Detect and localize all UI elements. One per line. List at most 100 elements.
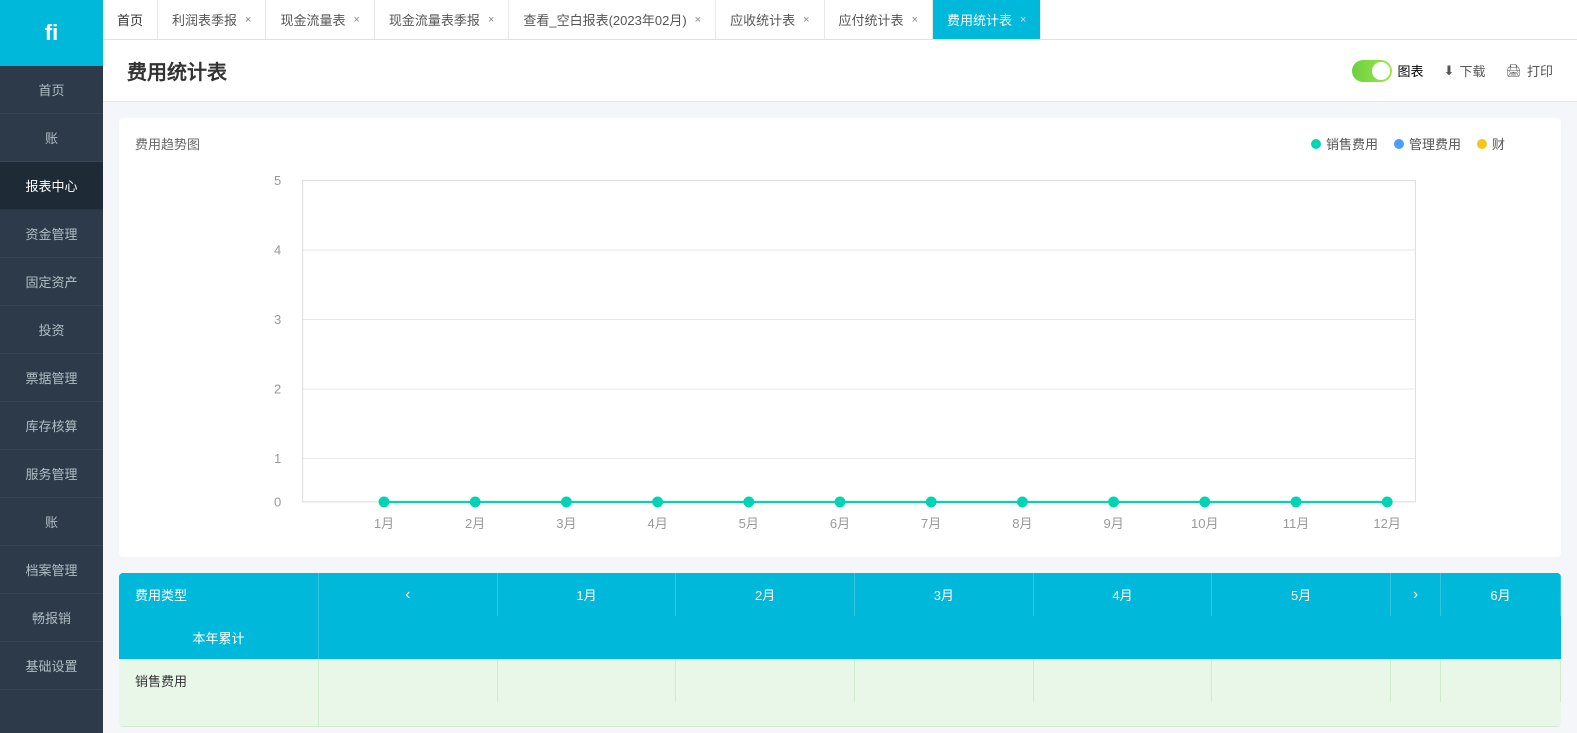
sidebar-item-fixed-assets[interactable]: 固定资产 (0, 258, 103, 306)
tab-payable-label: 应付统计表 (839, 10, 904, 29)
tab-blank-report[interactable]: 查看_空白报表(2023年02月) × (509, 0, 716, 39)
table-col-m4: 4月 (1034, 573, 1213, 616)
svg-text:1: 1 (274, 451, 281, 466)
table-cell-type: 销售费用 (119, 659, 319, 702)
table-col-m1: 1月 (498, 573, 677, 616)
tab-profit-quarter[interactable]: 利润表季报 × (158, 0, 266, 39)
tab-receivable-label: 应收统计表 (730, 10, 795, 29)
table-col-ytd: 本年累计 (119, 616, 319, 659)
sidebar-item-home[interactable]: 首页 (0, 66, 103, 114)
table-cell-next (1391, 659, 1441, 702)
table-cell-nav (319, 659, 498, 702)
chart-header: 费用趋势图 销售费用 管理费用 财 (135, 134, 1545, 153)
tab-cashflow-close[interactable]: × (353, 14, 359, 26)
sidebar-item-archive[interactable]: 档案管理 (0, 546, 103, 594)
sidebar-item-report-center[interactable]: 报表中心 (0, 162, 103, 210)
page-header: 费用统计表 图表 ⬇ 下载 🖨 打印 (103, 40, 1577, 102)
sidebar-item-investment[interactable]: 投资 (0, 306, 103, 354)
chart-toggle-wrap[interactable]: 图表 (1352, 60, 1424, 82)
svg-text:3月: 3月 (556, 516, 576, 531)
table-cell-m3 (855, 659, 1034, 702)
sidebar-item-fund[interactable]: 资金管理 (0, 210, 103, 258)
next-arrow-icon[interactable]: › (1413, 586, 1418, 604)
table-m3-label: 3月 (934, 585, 954, 604)
table-m5-label: 5月 (1291, 585, 1311, 604)
table-col-nav-prev[interactable]: ‹ (319, 573, 498, 616)
table-header-row: 费用类型 ‹ 1月 2月 3月 4月 5月 (119, 573, 1561, 659)
tab-payable[interactable]: 应付统计表 × (825, 0, 933, 39)
table-section: 费用类型 ‹ 1月 2月 3月 4月 5月 (119, 573, 1561, 727)
sidebar-item-inventory[interactable]: 库存核算 (0, 402, 103, 450)
tab-blank-report-label: 查看_空白报表(2023年02月) (523, 10, 686, 29)
tab-receivable-close[interactable]: × (803, 14, 809, 26)
print-button[interactable]: 🖨 打印 (1505, 61, 1553, 80)
legend-finance-dot (1477, 139, 1487, 149)
tab-home[interactable]: 首页 (103, 0, 158, 39)
sidebar: fi 首页 账 报表中心 资金管理 固定资产 投资 票据管理 库存核算 服务管理… (0, 0, 103, 733)
print-label: 打印 (1527, 61, 1553, 80)
table-cell-m6 (1441, 659, 1561, 702)
svg-text:9月: 9月 (1103, 516, 1123, 531)
main-area: 首页 利润表季报 × 现金流量表 × 现金流量表季报 × 查看_空白报表(202… (103, 0, 1577, 733)
page-title: 费用统计表 (127, 56, 227, 85)
print-icon: 🖨 (1505, 63, 1522, 79)
table-cell-m5 (1212, 659, 1391, 702)
tab-receivable[interactable]: 应收统计表 × (716, 0, 824, 39)
svg-text:6月: 6月 (830, 516, 850, 531)
table-cell-m1 (498, 659, 677, 702)
sidebar-item-ledger[interactable]: 账 (0, 498, 103, 546)
tab-cashflow-quarter-label: 现金流量表季报 (389, 10, 480, 29)
header-actions: 图表 ⬇ 下载 🖨 打印 (1352, 60, 1553, 82)
sidebar-item-service[interactable]: 服务管理 (0, 450, 103, 498)
chart-title: 费用趋势图 (135, 137, 200, 152)
table-m2-label: 2月 (755, 585, 775, 604)
svg-text:7月: 7月 (921, 516, 941, 531)
svg-text:12月: 12月 (1373, 516, 1401, 531)
chart-toggle[interactable] (1352, 60, 1392, 82)
chart-area: 5 4 3 2 1 0 (135, 161, 1545, 541)
chart-legend: 销售费用 管理费用 财 (1311, 134, 1505, 153)
table-row: 销售费用 (119, 659, 1561, 727)
download-label: 下载 (1459, 61, 1485, 80)
tab-cashflow-quarter[interactable]: 现金流量表季报 × (375, 0, 509, 39)
sidebar-item-ticket[interactable]: 票据管理 (0, 354, 103, 402)
sidebar-item-sales[interactable]: 畅报销 (0, 594, 103, 642)
tab-expense[interactable]: 费用统计表 × (933, 0, 1041, 39)
svg-text:2: 2 (274, 381, 281, 396)
tab-cashflow-label: 现金流量表 (280, 10, 345, 29)
svg-text:5: 5 (274, 173, 281, 188)
table-col-type: 费用类型 (119, 573, 319, 616)
table-col-nav-next[interactable]: › (1391, 573, 1441, 616)
tab-blank-report-close[interactable]: × (695, 14, 701, 26)
table-col-m2: 2月 (676, 573, 855, 616)
table-cell-ytd (119, 702, 319, 726)
svg-text:8月: 8月 (1012, 516, 1032, 531)
legend-sales-label: 销售费用 (1326, 134, 1378, 153)
table-ytd-label: 本年累计 (192, 628, 244, 647)
svg-text:3: 3 (274, 312, 281, 327)
tab-cashflow-quarter-close[interactable]: × (488, 14, 494, 26)
svg-text:4: 4 (274, 242, 281, 257)
chart-section: 费用趋势图 销售费用 管理费用 财 (119, 118, 1561, 557)
legend-finance-label: 财 (1492, 134, 1505, 153)
legend-sales: 销售费用 (1311, 134, 1378, 153)
table-col-m3: 3月 (855, 573, 1034, 616)
tab-home-label: 首页 (117, 10, 143, 29)
tab-expense-close[interactable]: × (1020, 14, 1026, 26)
tab-cashflow[interactable]: 现金流量表 × (266, 0, 374, 39)
legend-sales-dot (1311, 139, 1321, 149)
prev-arrow-icon[interactable]: ‹ (405, 586, 410, 604)
legend-finance: 财 (1477, 134, 1505, 153)
sidebar-item-settings[interactable]: 基础设置 (0, 642, 103, 690)
download-icon: ⬇ (1444, 63, 1455, 79)
legend-manage: 管理费用 (1394, 134, 1461, 153)
row-type-label: 销售费用 (135, 674, 187, 689)
sidebar-item-account[interactable]: 账 (0, 114, 103, 162)
tab-payable-close[interactable]: × (912, 14, 918, 26)
legend-manage-dot (1394, 139, 1404, 149)
tab-profit-quarter-close[interactable]: × (245, 14, 251, 26)
page-content: 费用统计表 图表 ⬇ 下载 🖨 打印 费用趋势图 (103, 40, 1577, 733)
table-cell-m2 (676, 659, 855, 702)
svg-text:10月: 10月 (1191, 516, 1219, 531)
download-button[interactable]: ⬇ 下载 (1444, 61, 1486, 80)
